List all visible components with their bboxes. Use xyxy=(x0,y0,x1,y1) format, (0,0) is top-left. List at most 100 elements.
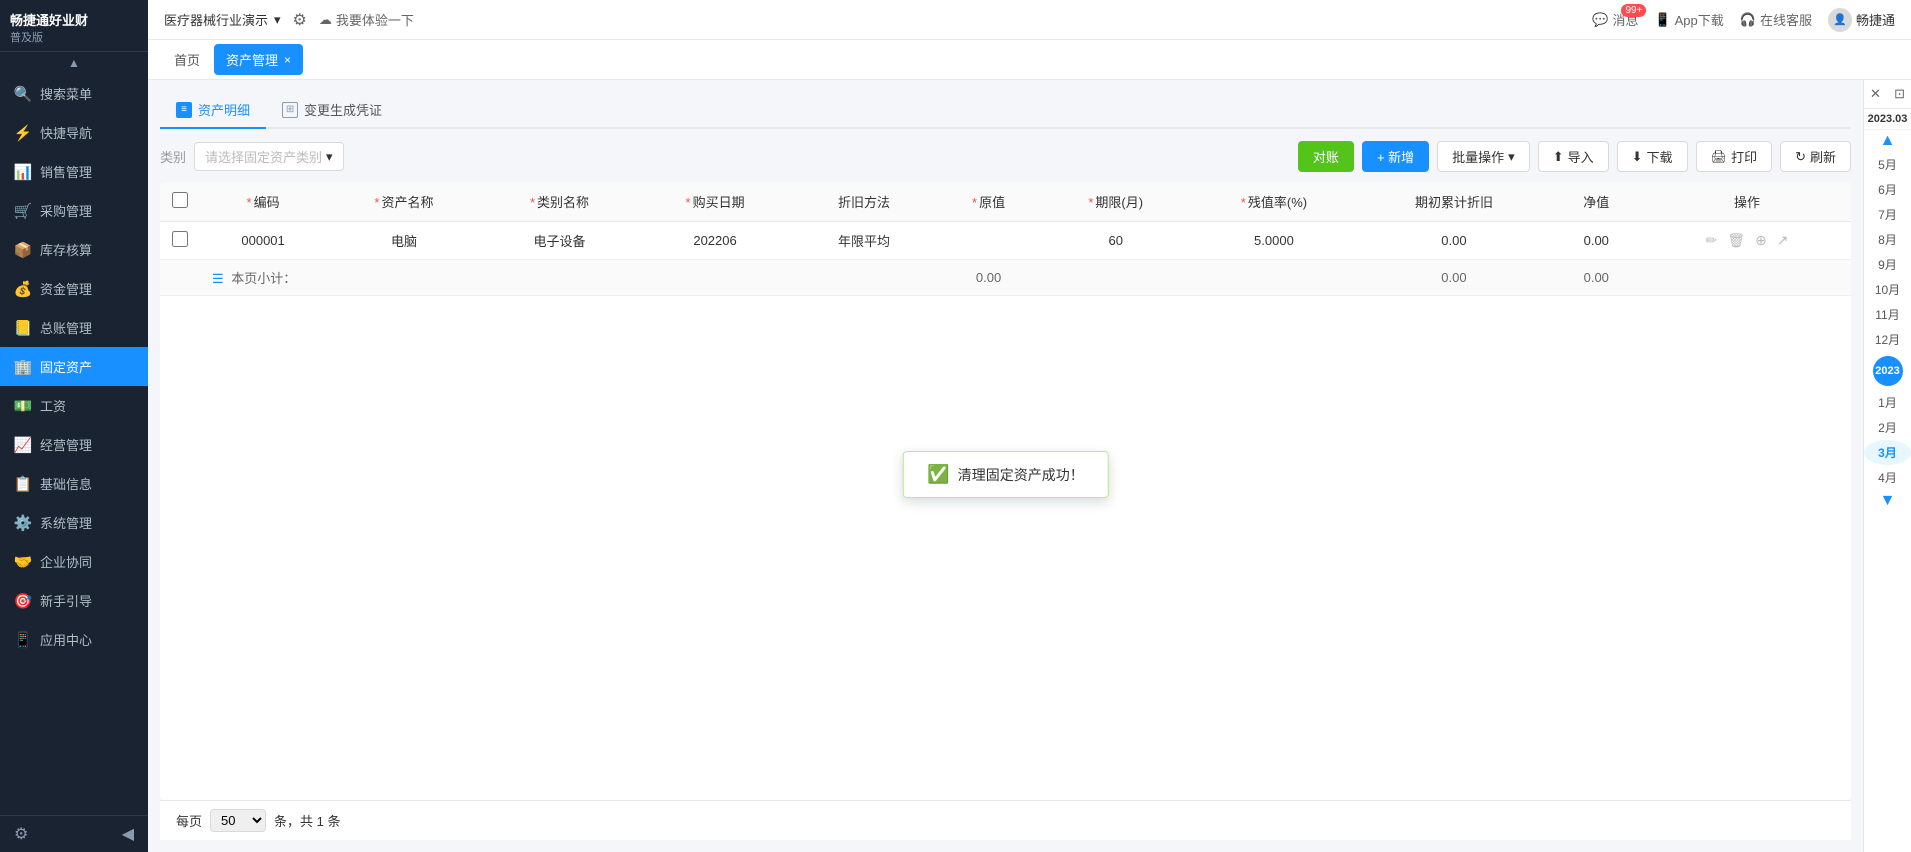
sidebar-item-label: 搜索菜单 xyxy=(40,84,92,103)
panel-close-icon[interactable]: ✕ xyxy=(1870,86,1881,102)
download-button[interactable]: ⬇ 下载 xyxy=(1617,141,1688,172)
download-label: 下载 xyxy=(1647,147,1673,166)
sidebar-item-enterprise[interactable]: 🤝企业协同 xyxy=(0,542,148,581)
refresh-label: 刷新 xyxy=(1810,147,1836,166)
import-button[interactable]: ⬆ 导入 xyxy=(1538,141,1609,172)
tab-change-voucher[interactable]: ⊞ 变更生成凭证 xyxy=(266,92,398,129)
sidebar-item-quicknav[interactable]: ⚡快捷导航 xyxy=(0,113,148,152)
topbar: 医疗器械行业演示 ▾ ⚙ ☁ 我要体验一下 💬 消息 99+ 📱 App下载 🎧… xyxy=(148,0,1911,40)
message-icon: 💬 xyxy=(1592,12,1608,28)
panel-month-5[interactable]: 5月 xyxy=(1864,152,1911,177)
avatar: 👤 xyxy=(1828,8,1852,32)
quicknav-icon: ⚡ xyxy=(14,124,32,142)
experience-button[interactable]: ☁ 我要体验一下 xyxy=(319,10,414,29)
app-center-icon: 📱 xyxy=(14,631,32,649)
sidebar-item-guide[interactable]: 🎯新手引导 xyxy=(0,581,148,620)
panel-month-4[interactable]: 4月 xyxy=(1864,465,1911,490)
inner-tabs: ≡ 资产明细 ⊞ 变更生成凭证 xyxy=(160,92,1851,129)
copy-button[interactable]: ⊕ xyxy=(1753,230,1769,251)
tab-close-button[interactable]: × xyxy=(284,53,291,67)
per-page-select[interactable]: 50 100 200 xyxy=(210,809,266,832)
app-subtitle: 普及版 xyxy=(10,29,138,45)
col-net-value: 净值 xyxy=(1549,182,1643,222)
tab-asset-detail[interactable]: ≡ 资产明细 xyxy=(160,92,266,129)
sidebar-item-search[interactable]: 🔍搜索菜单 xyxy=(0,74,148,113)
panel-month-3-current[interactable]: 3月 xyxy=(1864,440,1911,465)
panel-month-6[interactable]: 6月 xyxy=(1864,177,1911,202)
cell-code: 000001 xyxy=(200,222,326,260)
sidebar-item-ledger[interactable]: 📒总账管理 xyxy=(0,308,148,347)
panel-year-badge[interactable]: 2023 xyxy=(1873,356,1903,386)
new-button[interactable]: + 新增 xyxy=(1362,141,1429,172)
success-toast: ✅ 清理固定资产成功！ xyxy=(902,451,1108,498)
basic-info-icon: 📋 xyxy=(14,475,32,493)
subtotal-net: 0.00 xyxy=(1549,260,1643,296)
ledger-icon: 📒 xyxy=(14,319,32,337)
panel-down-nav[interactable]: ▼ xyxy=(1878,490,1898,512)
refresh-button[interactable]: ↻ 刷新 xyxy=(1780,141,1851,172)
sidebar-item-purchase[interactable]: 🛒采购管理 xyxy=(0,191,148,230)
col-code: *编码 xyxy=(200,182,326,222)
settings-icon[interactable]: ⚙ xyxy=(14,824,28,844)
panel-month-1[interactable]: 1月 xyxy=(1864,390,1911,415)
panel-month-8[interactable]: 8月 xyxy=(1864,227,1911,252)
online-service-button[interactable]: 🎧 在线客服 xyxy=(1740,10,1812,29)
reconcile-button[interactable]: 对账 xyxy=(1298,141,1354,172)
panel-month-9[interactable]: 9月 xyxy=(1864,252,1911,277)
cell-purchase-date: 202206 xyxy=(637,222,793,260)
col-depreciation: 折旧方法 xyxy=(793,182,935,222)
sidebar-item-funds[interactable]: 💰资金管理 xyxy=(0,269,148,308)
sidebar-footer: ⚙ ◀ xyxy=(0,815,148,852)
headset-icon: 🎧 xyxy=(1740,12,1756,28)
delete-button[interactable]: 🗑 xyxy=(1725,230,1747,251)
company-selector[interactable]: 医疗器械行业演示 ▾ xyxy=(164,10,281,29)
print-button[interactable]: 🖨 打印 xyxy=(1696,141,1773,172)
sidebar-item-inventory[interactable]: 📦库存核算 xyxy=(0,230,148,269)
asset-table-container: *编码 *资产名称 *类别名称 *购买日期 折旧方法 *原值 *期限(月) *残… xyxy=(160,182,1851,800)
row-checkbox[interactable] xyxy=(172,231,188,247)
sidebar-item-label: 企业协同 xyxy=(40,552,92,571)
category-label: 类别 xyxy=(160,147,186,166)
sidebar-scroll-up[interactable]: ▲ xyxy=(66,56,82,70)
sidebar-item-salary[interactable]: 💵工资 xyxy=(0,386,148,425)
sidebar-item-fixed-assets[interactable]: 🏢固定资产 xyxy=(0,347,148,386)
user-button[interactable]: 👤 畅捷通 xyxy=(1828,8,1895,32)
sidebar-item-label: 经营管理 xyxy=(40,435,92,454)
sidebar-item-sales[interactable]: 📊销售管理 xyxy=(0,152,148,191)
panel-month-12[interactable]: 12月 xyxy=(1864,327,1911,352)
edit-button[interactable]: ✏ xyxy=(1704,230,1720,251)
sidebar-item-operations[interactable]: 📈经营管理 xyxy=(0,425,148,464)
sidebar-item-label: 库存核算 xyxy=(40,240,92,259)
category-select-dropdown[interactable]: 请选择固定资产类别 ▾ xyxy=(194,142,344,171)
toolbar: 类别 请选择固定资产类别 ▾ 对账 + 新增 批量操作 ▾ xyxy=(160,141,1851,172)
collapse-icon[interactable]: ◀ xyxy=(122,824,134,844)
cell-residual-rate: 5.0000 xyxy=(1189,222,1358,260)
sidebar-item-app-center[interactable]: 📱应用中心 xyxy=(0,620,148,659)
select-all-checkbox[interactable] xyxy=(172,192,188,208)
panel-month-10[interactable]: 10月 xyxy=(1864,277,1911,302)
company-dropdown-icon: ▾ xyxy=(274,12,281,28)
category-filter: 类别 请选择固定资产类别 ▾ xyxy=(160,142,344,171)
sidebar-item-label: 工资 xyxy=(40,396,66,415)
panel-month-11[interactable]: 11月 xyxy=(1864,302,1911,327)
message-button[interactable]: 💬 消息 99+ xyxy=(1592,10,1638,29)
sidebar-item-basic-info[interactable]: 📋基础信息 xyxy=(0,464,148,503)
col-category: *类别名称 xyxy=(482,182,638,222)
content-wrapper: ≡ 资产明细 ⊞ 变更生成凭证 类别 请选择固定资产类别 ▾ xyxy=(148,80,1911,852)
sidebar-item-label: 资金管理 xyxy=(40,279,92,298)
subtotal-accumulated: 0.00 xyxy=(1358,260,1549,296)
tab-asset-management[interactable]: 资产管理 × xyxy=(214,44,303,75)
app-download-label: App下载 xyxy=(1675,10,1724,29)
sidebar-item-system[interactable]: ⚙️系统管理 xyxy=(0,503,148,542)
app-download-button[interactable]: 📱 App下载 xyxy=(1654,10,1723,29)
main-content: ≡ 资产明细 ⊞ 变更生成凭证 类别 请选择固定资产类别 ▾ xyxy=(148,80,1863,852)
settings-button[interactable]: ⚙ xyxy=(293,10,307,30)
panel-month-2[interactable]: 2月 xyxy=(1864,415,1911,440)
tab-home[interactable]: 首页 xyxy=(164,44,210,75)
more-button[interactable]: ↗ xyxy=(1775,230,1791,251)
panel-expand-icon[interactable]: ⊡ xyxy=(1894,86,1905,102)
fixed-assets-icon: 🏢 xyxy=(14,358,32,376)
panel-month-7[interactable]: 7月 xyxy=(1864,202,1911,227)
batch-ops-button[interactable]: 批量操作 ▾ xyxy=(1437,141,1530,172)
panel-up-nav[interactable]: ▲ xyxy=(1878,130,1898,152)
